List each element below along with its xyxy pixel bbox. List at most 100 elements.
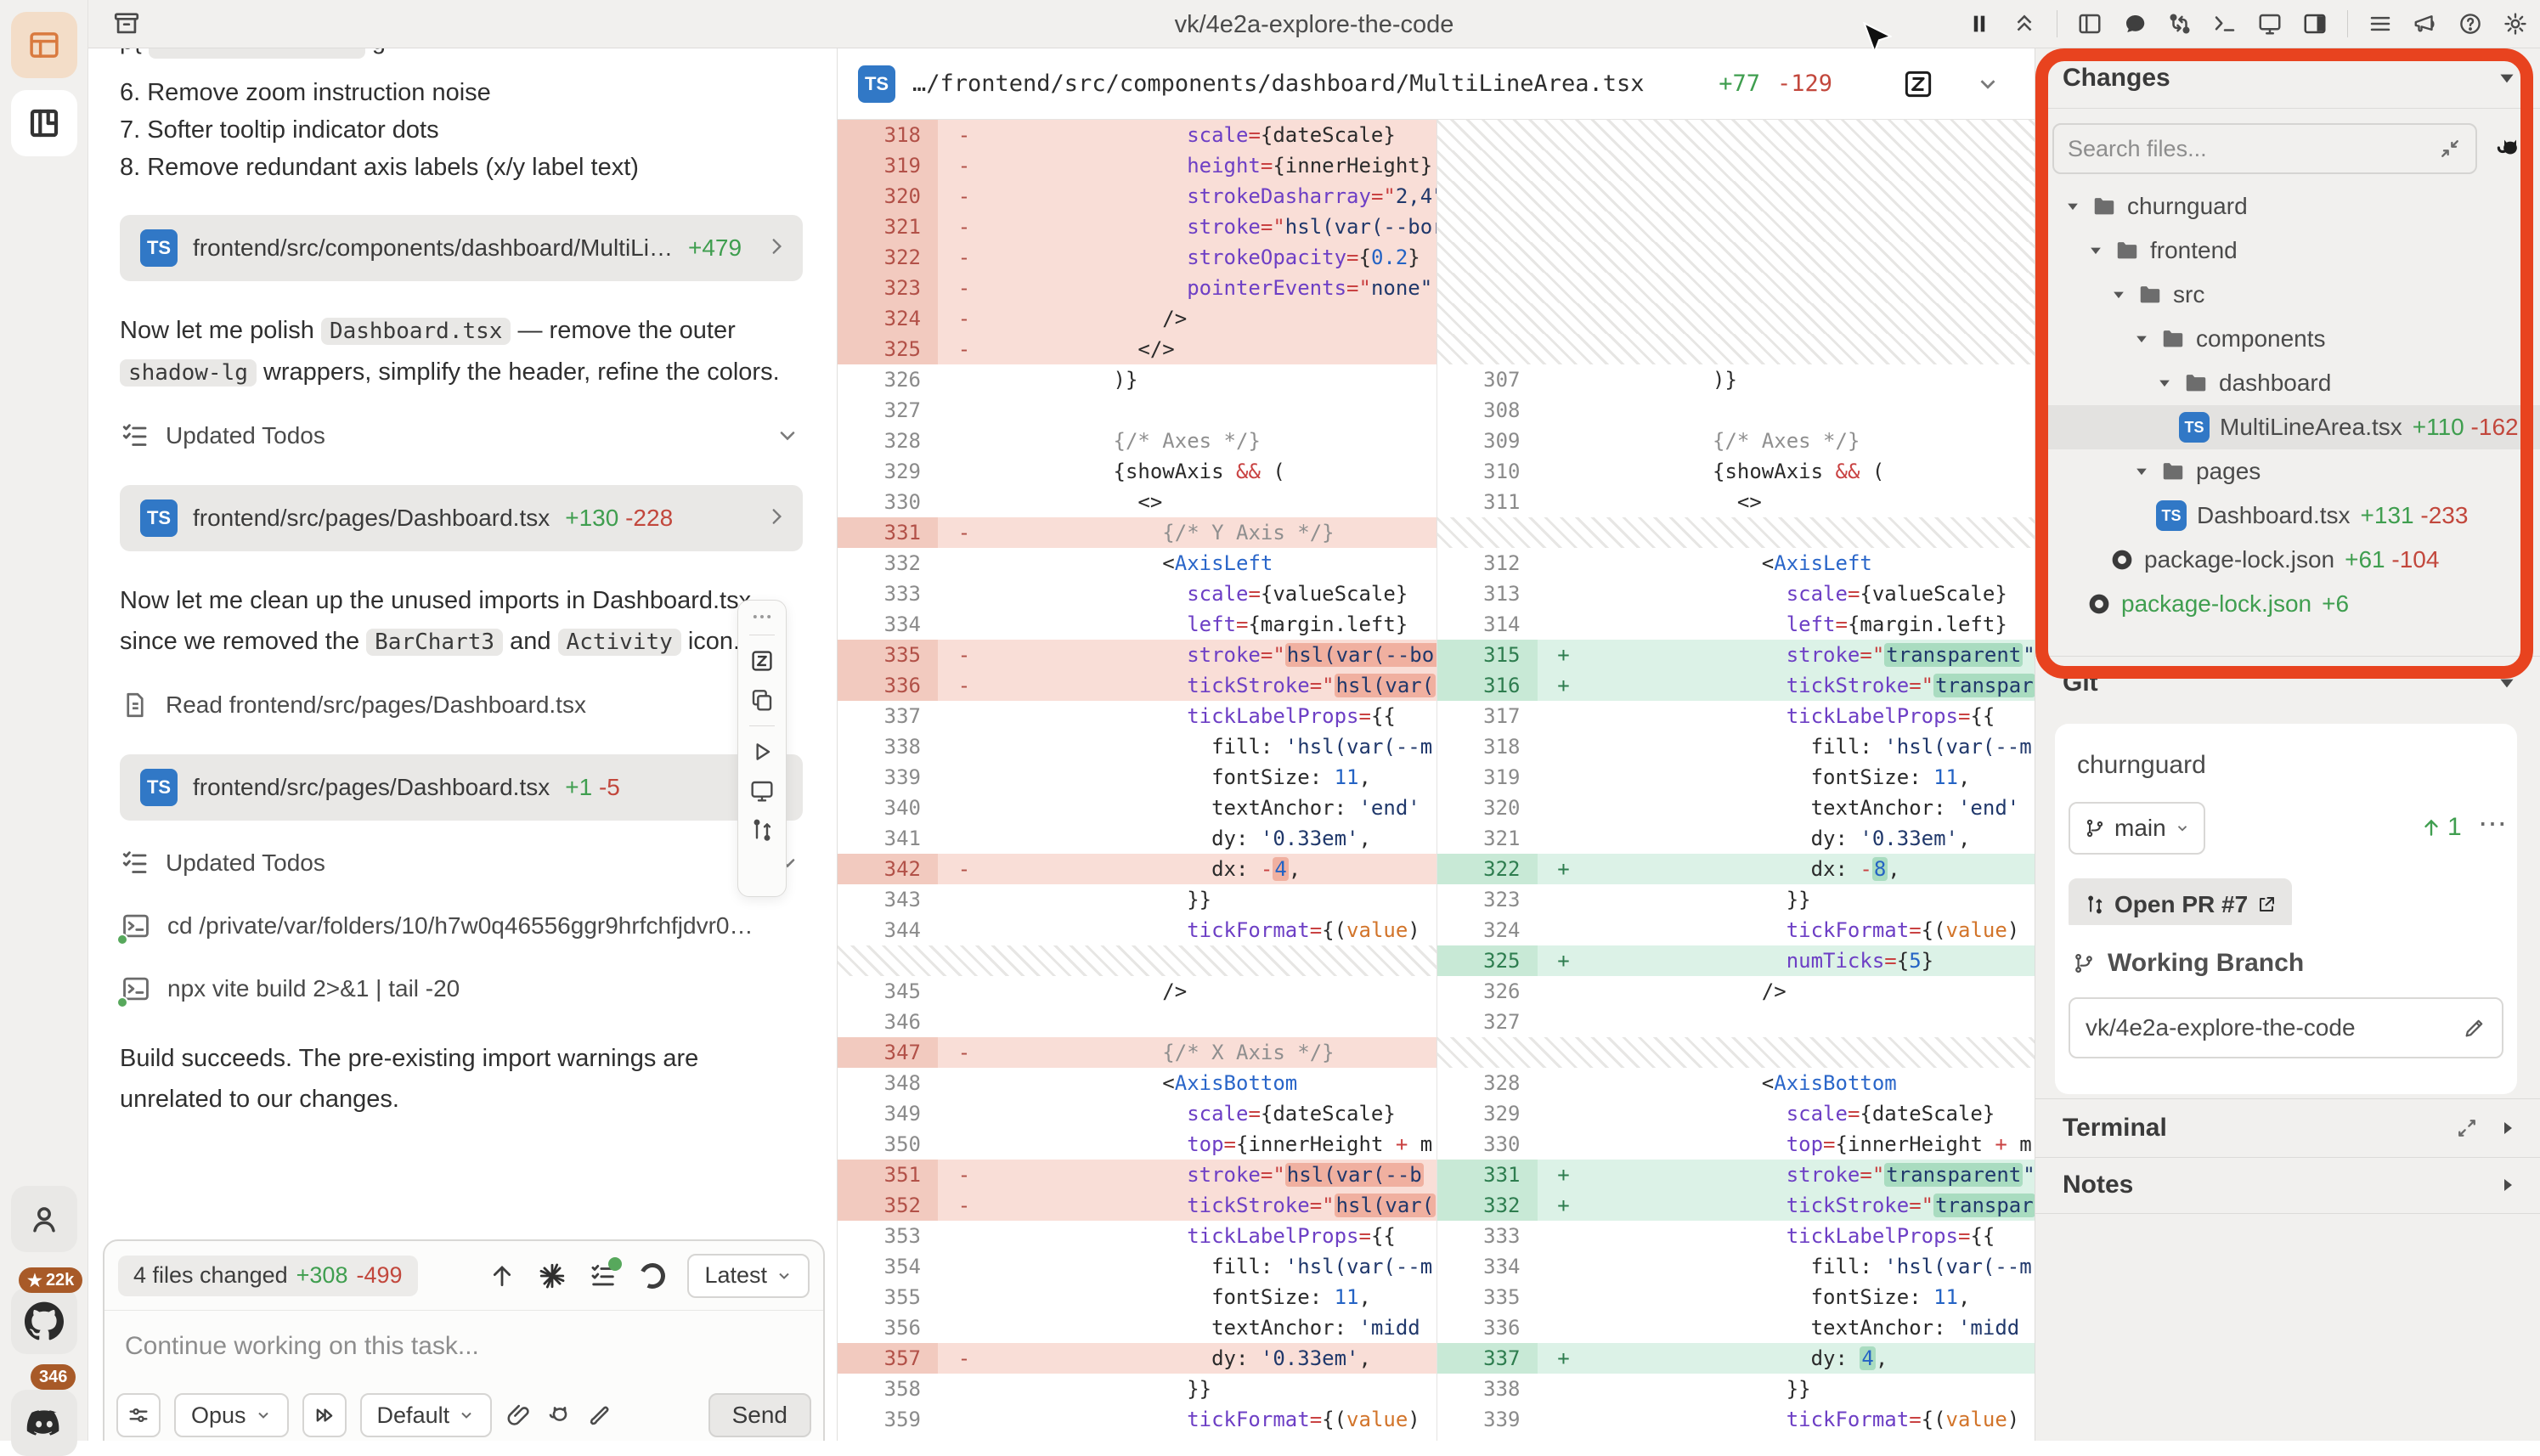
diff-row[interactable]: 339fontSize: 11, bbox=[838, 762, 1437, 793]
copy-icon[interactable] bbox=[748, 686, 776, 714]
burst-icon[interactable] bbox=[538, 1261, 567, 1290]
diff-row[interactable]: 317tickLabelProps={{ bbox=[1437, 701, 2035, 731]
panel-right-icon[interactable] bbox=[2302, 11, 2328, 37]
diff-row[interactable]: 332<AxisLeft bbox=[838, 548, 1437, 578]
diff-row[interactable] bbox=[1437, 273, 2035, 303]
diff-row[interactable] bbox=[1437, 1037, 2035, 1068]
diff-row[interactable]: 321dy: '0.33em', bbox=[1437, 823, 2035, 854]
play-icon[interactable] bbox=[748, 738, 776, 765]
diff-row[interactable]: 320-strokeDasharray="2,4" bbox=[838, 181, 1437, 212]
working-branch-input[interactable]: vk/4e2a-explore-the-code bbox=[2069, 997, 2503, 1058]
gear-icon[interactable] bbox=[2503, 11, 2528, 37]
diff-row[interactable]: 327 bbox=[838, 395, 1437, 426]
diff-row[interactable]: 343}} bbox=[838, 884, 1437, 915]
github-cat-icon[interactable] bbox=[546, 1402, 573, 1429]
tree-item-components[interactable]: components bbox=[2035, 317, 2540, 361]
diff-row[interactable]: 346 bbox=[838, 1007, 1437, 1037]
panel-left-icon[interactable] bbox=[2077, 11, 2103, 37]
tree-item-multilinearea-tsx[interactable]: TSMultiLineArea.tsx+110 -162 bbox=[2035, 405, 2540, 449]
updated-todos-row[interactable]: Updated Todos bbox=[120, 415, 803, 456]
changes-section-header[interactable]: Changes bbox=[2035, 48, 2540, 108]
diff-row[interactable]: 337tickLabelProps={{ bbox=[838, 701, 1437, 731]
diff-row[interactable]: 324-/> bbox=[838, 303, 1437, 334]
diff-row[interactable]: 323}} bbox=[1437, 884, 2035, 915]
help-icon[interactable] bbox=[2458, 11, 2483, 37]
version-dropdown[interactable]: Latest bbox=[687, 1254, 810, 1298]
chevron-right-icon[interactable] bbox=[765, 235, 787, 257]
monitor-icon[interactable] bbox=[748, 777, 776, 804]
diff-row[interactable] bbox=[1437, 517, 2035, 548]
more-menu[interactable]: ⋯ bbox=[2478, 807, 2509, 841]
file-change-card[interactable]: TSfrontend/src/components/dashboard/Mult… bbox=[120, 215, 803, 281]
diff-row[interactable]: 328<AxisBottom bbox=[1437, 1068, 2035, 1098]
diff-row[interactable]: 348<AxisBottom bbox=[838, 1068, 1437, 1098]
diff-row[interactable]: 310{showAxis && ( bbox=[1437, 456, 2035, 487]
settings-sliders-button[interactable] bbox=[116, 1393, 161, 1437]
scroll-to-top-icon[interactable] bbox=[488, 1262, 516, 1290]
monitor-icon[interactable] bbox=[2257, 11, 2283, 37]
diff-row[interactable]: 356textAnchor: 'midd bbox=[838, 1312, 1437, 1343]
diff-row[interactable] bbox=[1437, 212, 2035, 242]
rail-layout-button[interactable] bbox=[11, 12, 77, 78]
diff-row[interactable]: 359tickFormat={(value) bbox=[838, 1404, 1437, 1435]
diff-row[interactable]: 337+dy: 4, bbox=[1437, 1343, 2035, 1374]
zed-icon[interactable] bbox=[1900, 66, 1936, 102]
diff-row[interactable]: 330<> bbox=[838, 487, 1437, 517]
branch-dropdown[interactable]: main bbox=[2069, 802, 2205, 855]
fast-forward-button[interactable] bbox=[302, 1393, 347, 1437]
diff-row[interactable]: 330top={innerHeight + m bbox=[1437, 1129, 2035, 1160]
diff-row[interactable]: 329scale={dateScale} bbox=[1437, 1098, 2035, 1129]
diff-row[interactable]: 309{/* Axes */} bbox=[1437, 426, 2035, 456]
diff-row[interactable]: 315+stroke="transparent" bbox=[1437, 640, 2035, 670]
diff-old-column[interactable]: 318-scale={dateScale}319-height={innerHe… bbox=[838, 120, 1437, 1441]
diff-row[interactable]: 328{/* Axes */} bbox=[838, 426, 1437, 456]
rail-kanban-button[interactable] bbox=[11, 90, 77, 156]
tree-item-package-lock-json[interactable]: package-lock.json+61 -104 bbox=[2035, 538, 2540, 582]
diff-row[interactable]: 333scale={valueScale} bbox=[838, 578, 1437, 609]
diff-row[interactable]: 324tickFormat={(value) bbox=[1437, 915, 2035, 945]
diff-row[interactable]: 312<AxisLeft bbox=[1437, 548, 2035, 578]
tree-item-package-lock-json[interactable]: package-lock.json+6 bbox=[2035, 582, 2540, 626]
git-compare-icon[interactable] bbox=[748, 816, 776, 844]
diff-row[interactable]: 329{showAxis && ( bbox=[838, 456, 1437, 487]
tree-item-frontend[interactable]: frontend bbox=[2035, 229, 2540, 273]
git-section-header[interactable]: Git bbox=[2035, 657, 2540, 709]
file-change-card[interactable]: TSfrontend/src/pages/Dashboard.tsx+1 -5 bbox=[120, 754, 803, 821]
tree-item-churnguard[interactable]: churnguard bbox=[2035, 184, 2540, 229]
menu-icon[interactable] bbox=[2368, 11, 2393, 37]
diff-row[interactable] bbox=[1437, 303, 2035, 334]
todos-status-icon[interactable] bbox=[589, 1261, 618, 1290]
diff-row[interactable]: 332+tickStroke="transpar bbox=[1437, 1190, 2035, 1221]
diff-row[interactable] bbox=[1437, 334, 2035, 364]
diff-row[interactable]: 341dy: '0.33em', bbox=[838, 823, 1437, 854]
diff-row[interactable]: 355fontSize: 11, bbox=[838, 1282, 1437, 1312]
zed-icon[interactable] bbox=[748, 647, 776, 674]
files-changed-pill[interactable]: 4 files changed +308 -499 bbox=[118, 1256, 418, 1296]
diff-row[interactable]: 347-{/* X Axis */} bbox=[838, 1037, 1437, 1068]
terminal-icon[interactable] bbox=[2212, 11, 2238, 37]
open-pr-button[interactable]: Open PR #7 bbox=[2069, 878, 2292, 931]
diff-row[interactable]: 311<> bbox=[1437, 487, 2035, 517]
megaphone-icon[interactable] bbox=[2413, 11, 2438, 37]
expand-icon[interactable] bbox=[2455, 1116, 2479, 1140]
diff-row[interactable]: 353tickLabelProps={{ bbox=[838, 1221, 1437, 1251]
chat-bubble-icon[interactable] bbox=[2122, 11, 2148, 37]
triangle-down-icon[interactable] bbox=[2064, 198, 2081, 215]
diff-row[interactable]: 326)} bbox=[838, 364, 1437, 395]
triangle-down-icon[interactable] bbox=[2133, 463, 2150, 480]
diff-row[interactable]: 322+dx: -8, bbox=[1437, 854, 2035, 884]
diff-row[interactable]: 357-dy: '0.33em', bbox=[838, 1343, 1437, 1374]
diff-row[interactable]: 333tickLabelProps={{ bbox=[1437, 1221, 2035, 1251]
chat-transcript[interactable]: p{ g6. Remove zoom instruction noise7. S… bbox=[120, 48, 803, 1441]
send-button[interactable]: Send bbox=[708, 1393, 811, 1437]
diff-row[interactable]: 308 bbox=[1437, 395, 2035, 426]
triangle-down-icon[interactable] bbox=[2087, 242, 2104, 259]
diff-row[interactable]: 318-scale={dateScale} bbox=[838, 120, 1437, 150]
diff-row[interactable]: 334left={margin.left} bbox=[838, 609, 1437, 640]
diff-row[interactable]: 331-{/* Y Axis */} bbox=[838, 517, 1437, 548]
notes-section-header[interactable]: Notes bbox=[2035, 1159, 2540, 1211]
pencil-icon[interactable] bbox=[2463, 1016, 2486, 1040]
file-change-card[interactable]: TSfrontend/src/pages/Dashboard.tsx+130 -… bbox=[120, 485, 803, 551]
chevron-right-icon[interactable] bbox=[765, 505, 787, 528]
diff-row[interactable]: 319fontSize: 11, bbox=[1437, 762, 2035, 793]
